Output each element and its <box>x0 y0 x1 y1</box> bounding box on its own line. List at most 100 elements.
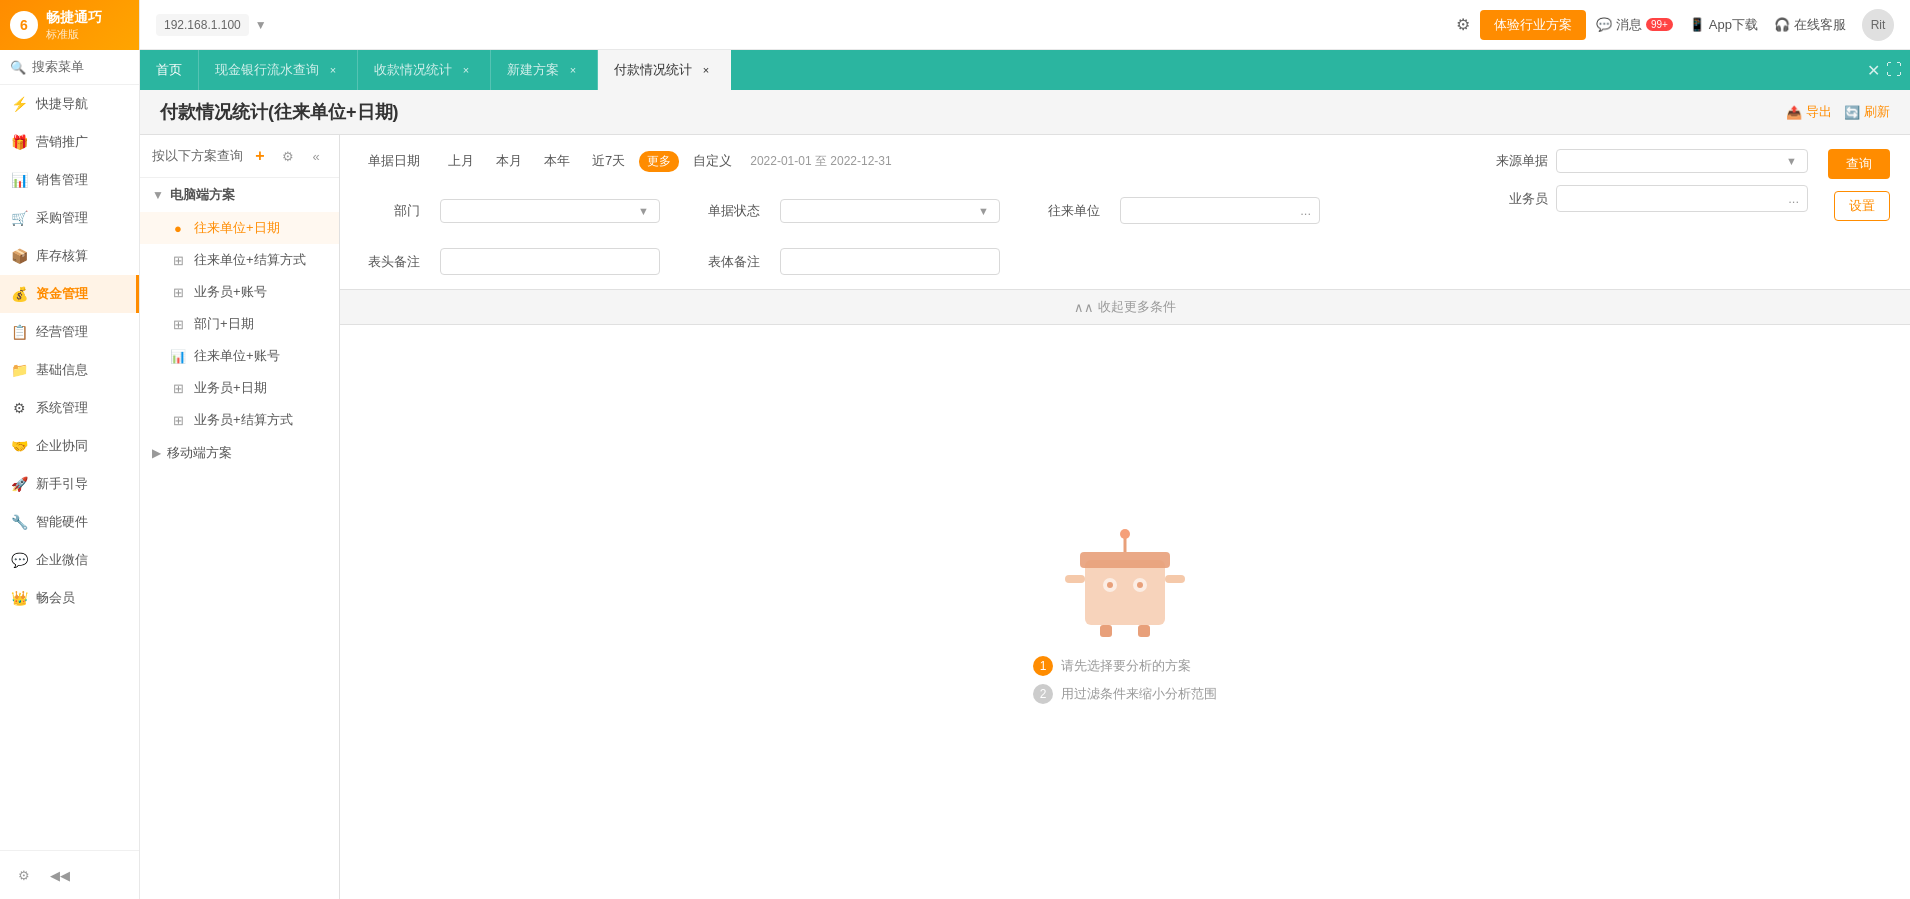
salesman-dots[interactable]: ... <box>1780 186 1807 211</box>
sidebar-settings-btn[interactable]: ⚙ <box>10 861 38 889</box>
tab-close-all-icon[interactable]: ✕ <box>1867 61 1880 80</box>
date-opt-this-month[interactable]: 本月 <box>488 149 530 173</box>
scheme-item-label: 往来单位+日期 <box>194 219 280 237</box>
body-note-input[interactable] <box>780 248 1000 275</box>
tab-bank-flow[interactable]: 现金银行流水查询 × <box>199 50 358 90</box>
online-service-btn[interactable]: 🎧 在线客服 <box>1774 16 1846 34</box>
sidebar-brand: 畅捷通巧 标准版 <box>46 9 102 42</box>
right-panel: 单据日期 上月 本月 本年 近7天 更多 自定义 2022-01-01 至 20… <box>340 135 1910 899</box>
date-opt-7days[interactable]: 近7天 <box>584 149 633 173</box>
scheme-item-salesman-date[interactable]: ⊞ 业务员+日期 <box>140 372 339 404</box>
marketing-icon: 🎁 <box>10 133 28 151</box>
system-icon: ⚙ <box>10 399 28 417</box>
messages-badge: 99+ <box>1646 18 1673 31</box>
chevron-down-icon[interactable]: ▼ <box>255 18 267 32</box>
settings-btn[interactable]: 设置 <box>1834 191 1890 221</box>
sidebar-collapse-btn[interactable]: ◀◀ <box>46 861 74 889</box>
vip-icon: 👑 <box>10 589 28 607</box>
add-scheme-btn[interactable]: + <box>249 145 271 167</box>
sidebar-item-wechat[interactable]: 💬 企业微信 <box>0 541 139 579</box>
mobile-scheme-category[interactable]: ▶ 移动端方案 <box>140 436 339 470</box>
sidebar-search-label: 搜索菜单 <box>32 58 84 76</box>
sidebar-item-guide[interactable]: 🚀 新手引导 <box>0 465 139 503</box>
scheme-item-label: 部门+日期 <box>194 315 254 333</box>
sidebar-item-system[interactable]: ⚙ 系统管理 <box>0 389 139 427</box>
export-btn[interactable]: 📤 导出 <box>1786 103 1832 121</box>
svg-rect-1 <box>1080 552 1170 568</box>
scheme-item-label: 往来单位+结算方式 <box>194 251 306 269</box>
filter-row-date: 单据日期 上月 本月 本年 近7天 更多 自定义 2022-01-01 至 20… <box>360 149 1468 173</box>
finance-icon: 💰 <box>10 285 28 303</box>
scheme-item-dept-date[interactable]: ⊞ 部门+日期 <box>140 308 339 340</box>
sidebar-item-label: 库存核算 <box>36 247 88 265</box>
tab-expand-icon[interactable]: ⛶ <box>1886 61 1902 79</box>
sidebar-item-hardware[interactable]: 🔧 智能硬件 <box>0 503 139 541</box>
sidebar-item-marketing[interactable]: 🎁 营销推广 <box>0 123 139 161</box>
left-panel: 按以下方案查询 + ⚙ « ▼ 电脑端方案 ● 往来单位+日期 ⊞ <box>140 135 340 899</box>
date-opt-this-year[interactable]: 本年 <box>536 149 578 173</box>
svg-rect-0 <box>1085 560 1165 625</box>
scheme-item-salesman-account[interactable]: ⊞ 业务员+账号 <box>140 276 339 308</box>
collapse-chevron-icon: ∧∧ <box>1074 300 1094 315</box>
trial-btn[interactable]: 体验行业方案 <box>1480 10 1586 40</box>
collapse-more-btn[interactable]: ∧∧ 收起更多条件 <box>1074 290 1176 324</box>
sidebar-item-label: 畅会员 <box>36 589 75 607</box>
scheme-grid-icon: ⊞ <box>170 380 186 396</box>
sidebar-search[interactable]: 🔍 搜索菜单 <box>0 50 139 85</box>
tab-receipt-stats[interactable]: 收款情况统计 × <box>358 50 491 90</box>
voucher-status-select[interactable]: ▼ <box>780 199 1000 223</box>
sidebar-item-inventory[interactable]: 📦 库存核算 <box>0 237 139 275</box>
scheme-chart-icon: 📊 <box>170 348 186 364</box>
sidebar-item-basic-info[interactable]: 📁 基础信息 <box>0 351 139 389</box>
empty-state: 1 请先选择要分析的方案 2 用过滤条件来缩小分析范围 <box>340 325 1910 899</box>
scheme-item-label: 往来单位+账号 <box>194 347 280 365</box>
tab-new-scheme-close[interactable]: × <box>565 62 581 78</box>
sidebar-item-operations[interactable]: 📋 经营管理 <box>0 313 139 351</box>
salesman-input-value <box>1557 194 1780 204</box>
scheme-item-label: 业务员+日期 <box>194 379 267 397</box>
tab-payment-stats-close[interactable]: × <box>698 62 714 78</box>
refresh-btn[interactable]: 🔄 刷新 <box>1844 103 1890 121</box>
sidebar-item-finance[interactable]: 💰 资金管理 <box>0 275 139 313</box>
avatar[interactable]: Rit <box>1862 9 1894 41</box>
scheme-grid-icon: ⊞ <box>170 284 186 300</box>
main-area: 192.168.1.100 ▼ ⚙ 体验行业方案 💬 消息 99+ 📱 App下… <box>140 0 1910 899</box>
left-panel-header: 按以下方案查询 + ⚙ « <box>140 135 339 178</box>
svg-point-11 <box>1120 529 1130 539</box>
tab-receipt-stats-close[interactable]: × <box>458 62 474 78</box>
sidebar-item-purchase[interactable]: 🛒 采购管理 <box>0 199 139 237</box>
dept-select[interactable]: ▼ <box>440 199 660 223</box>
date-opt-custom[interactable]: 自定义 <box>685 149 740 173</box>
app-download-btn[interactable]: 📱 App下载 <box>1689 16 1758 34</box>
sidebar-item-quick-nav[interactable]: ⚡ 快捷导航 <box>0 85 139 123</box>
scheme-item-unit-account[interactable]: 📊 往来单位+账号 <box>140 340 339 372</box>
partner-input-value <box>1121 206 1292 216</box>
scheme-item-unit-settle[interactable]: ⊞ 往来单位+结算方式 <box>140 244 339 276</box>
tab-bank-flow-close[interactable]: × <box>325 62 341 78</box>
partner-dots[interactable]: ... <box>1292 198 1319 223</box>
topbar-right: 💬 消息 99+ 📱 App下载 🎧 在线客服 Rit <box>1596 9 1894 41</box>
scheme-item-unit-date[interactable]: ● 往来单位+日期 <box>140 212 339 244</box>
basic-info-icon: 📁 <box>10 361 28 379</box>
scheme-item-salesman-settle[interactable]: ⊞ 业务员+结算方式 <box>140 404 339 436</box>
sidebar-header: 6 畅捷通巧 标准版 <box>0 0 139 50</box>
source-select[interactable]: ▼ <box>1556 149 1808 173</box>
header-note-input[interactable] <box>440 248 660 275</box>
pc-scheme-category[interactable]: ▼ 电脑端方案 <box>140 178 339 212</box>
sidebar-item-vip[interactable]: 👑 畅会员 <box>0 579 139 617</box>
messages-btn[interactable]: 💬 消息 99+ <box>1596 16 1673 34</box>
date-opt-more[interactable]: 更多 <box>639 151 679 172</box>
date-opt-last-month[interactable]: 上月 <box>440 149 482 173</box>
scheme-settings-btn[interactable]: ⚙ <box>277 145 299 167</box>
sales-icon: 📊 <box>10 171 28 189</box>
sidebar-item-enterprise[interactable]: 🤝 企业协同 <box>0 427 139 465</box>
tab-home[interactable]: 首页 <box>140 50 199 90</box>
sidebar-item-sales[interactable]: 📊 销售管理 <box>0 161 139 199</box>
panel-collapse-btn[interactable]: « <box>305 145 327 167</box>
tab-payment-stats[interactable]: 付款情况统计 × <box>598 50 731 90</box>
query-btn[interactable]: 查询 <box>1828 149 1890 179</box>
date-filter-label: 单据日期 <box>360 152 420 170</box>
sidebar-subtitle: 标准版 <box>46 27 102 42</box>
tab-new-scheme[interactable]: 新建方案 × <box>491 50 598 90</box>
topbar-gear-icon[interactable]: ⚙ <box>1456 15 1470 34</box>
